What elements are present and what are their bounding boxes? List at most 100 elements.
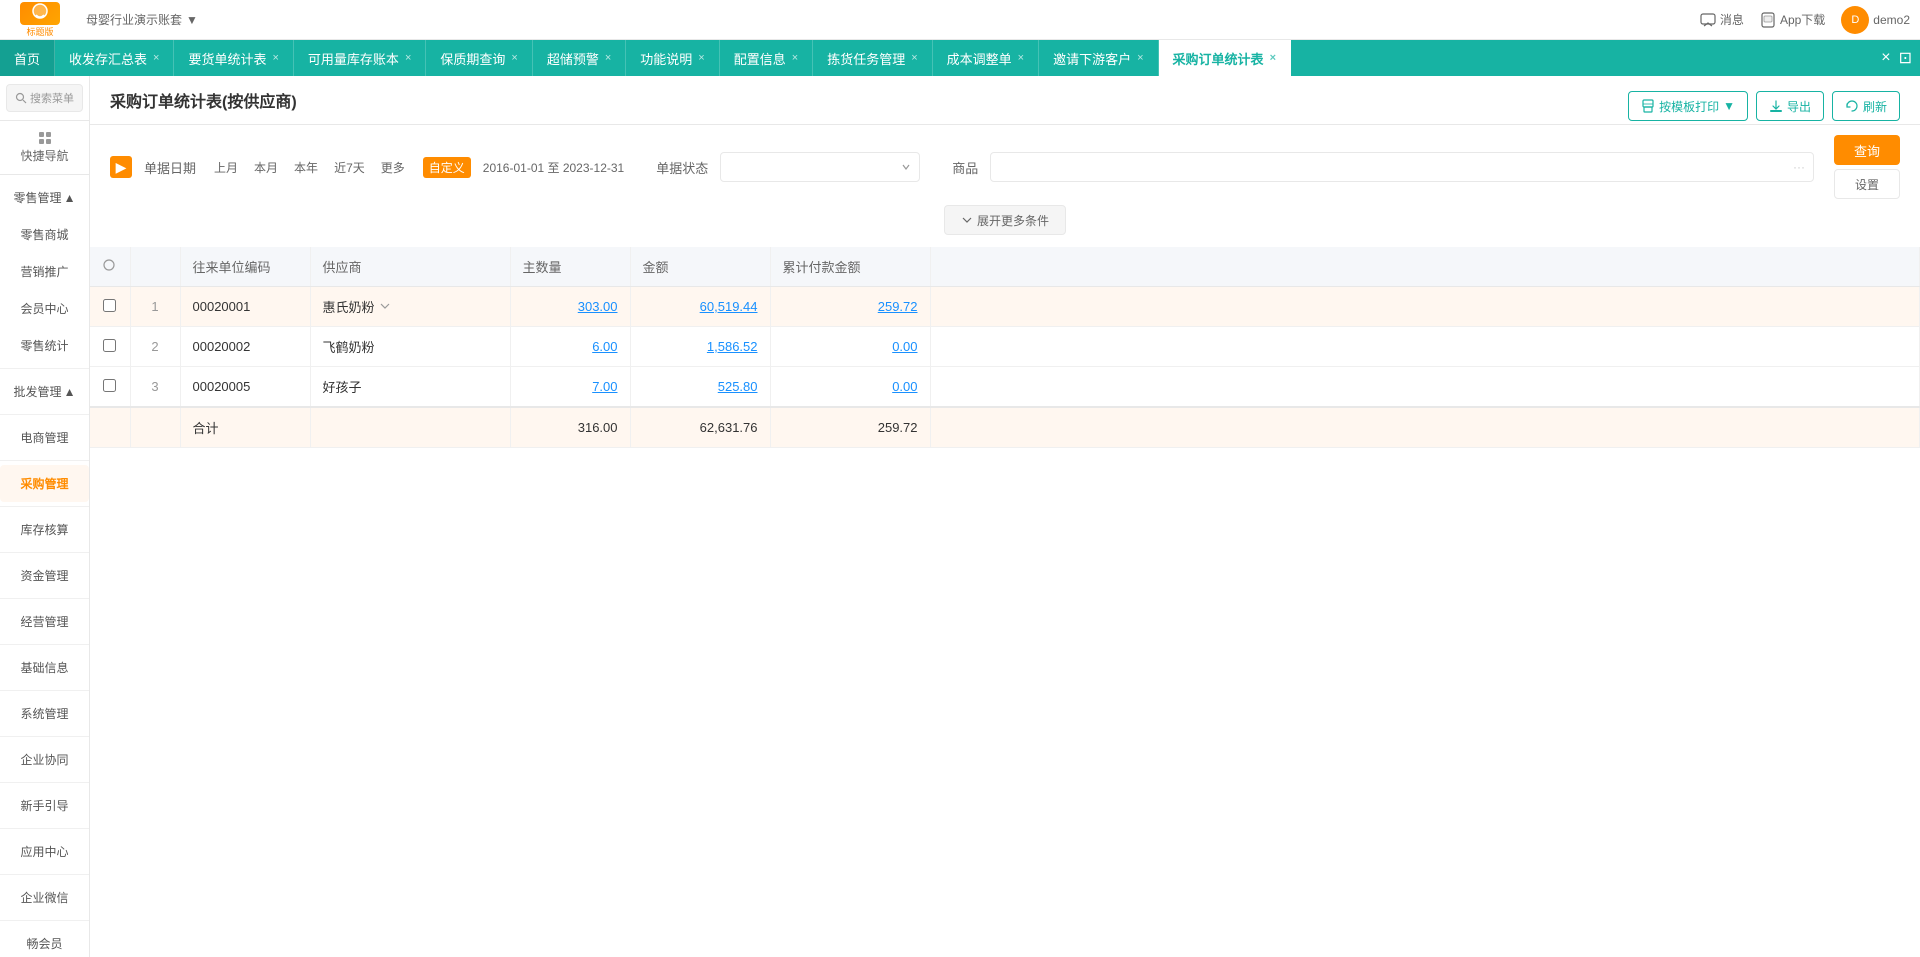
tab-purchase-detail-close[interactable]: × [272, 52, 278, 64]
sidebar-item-inventory-check-label: 库存核算 [20, 523, 68, 537]
settings-btn[interactable]: 设置 [1834, 169, 1900, 199]
row-amount-2[interactable]: 525.80 [630, 367, 770, 408]
tab-config-info[interactable]: 配置信息 × [720, 40, 813, 76]
tab-cost-adjust[interactable]: 成本调整单 × [933, 40, 1039, 76]
sidebar-item-app-center[interactable]: 应用中心 [0, 833, 89, 870]
sidebar-item-inventory-check[interactable]: 库存核算 [0, 511, 89, 548]
row-code-0: 00020001 [180, 287, 310, 327]
status-select[interactable] [720, 152, 920, 182]
tab-fullscreen-btn[interactable]: ⊡ [1899, 48, 1912, 68]
top-bar: 标题版 母婴行业演示账套 ▼ 消息 App下载 D demo2 [0, 0, 1920, 40]
export-btn[interactable]: 导出 [1756, 91, 1824, 121]
message-btn[interactable]: 消息 [1700, 11, 1744, 28]
sidebar-item-retail-store[interactable]: 零售商城 [0, 216, 89, 253]
row-qty-1[interactable]: 6.00 [510, 327, 630, 367]
filter-toggle-btn[interactable]: ▶ [110, 156, 132, 178]
tab-inventory-ledger-close[interactable]: × [405, 52, 411, 64]
date-shortcut-7days[interactable]: 近7天 [328, 157, 371, 178]
col-header-paid[interactable]: 累计付款金额 [770, 247, 930, 287]
table-row: 2 00020002 飞鹤奶粉 6.00 1,586.52 0.00 [90, 327, 1920, 367]
tab-overstock-alert-close[interactable]: × [605, 52, 611, 64]
quick-nav-btn[interactable]: 快捷导航 [0, 125, 89, 170]
date-shortcut-last-month[interactable]: 上月 [208, 157, 244, 178]
col-header-qty[interactable]: 主数量 [510, 247, 630, 287]
row-checkbox-1[interactable] [103, 339, 116, 352]
sidebar-item-vip-member[interactable]: 畅会员 [0, 925, 89, 957]
sidebar-item-system-mgmt[interactable]: 系统管理 [0, 695, 89, 732]
tab-func-desc-close[interactable]: × [698, 52, 704, 64]
goods-input[interactable]: ··· [990, 152, 1814, 182]
expand-more-btn[interactable]: 展开更多条件 [944, 205, 1066, 235]
top-bar-left: 标题版 母婴行业演示账套 ▼ [10, 2, 206, 38]
sidebar-item-finance-mgmt[interactable]: 资金管理 [0, 557, 89, 594]
tab-func-desc[interactable]: 功能说明 × [626, 40, 719, 76]
row-checkbox-2[interactable] [103, 379, 116, 392]
print-btn[interactable]: 按模板打印 ▼ [1628, 91, 1748, 121]
sidebar-item-wholesale-mgmt[interactable]: 批发管理 ▲ [0, 373, 89, 410]
tab-receive-send-close[interactable]: × [153, 52, 159, 64]
row-paid-2[interactable]: 0.00 [770, 367, 930, 408]
app-download-btn[interactable]: App下载 [1760, 11, 1825, 28]
col-header-amount[interactable]: 金额 [630, 247, 770, 287]
custom-date-tag[interactable]: 自定义 [423, 157, 471, 178]
tab-receive-send[interactable]: 收发存汇总表 × [55, 40, 174, 76]
row-num-0: 1 [130, 287, 180, 327]
sidebar-section-wechat: 企业微信 [0, 875, 89, 921]
sidebar-item-retail-stats[interactable]: 零售统计 [0, 327, 89, 364]
tab-purchase-detail[interactable]: 要货单统计表 × [174, 40, 293, 76]
tab-warranty-query-close[interactable]: × [511, 52, 517, 64]
tab-overstock-alert[interactable]: 超储预警 × [533, 40, 626, 76]
date-shortcut-this-year[interactable]: 本年 [288, 157, 324, 178]
refresh-btn[interactable]: 刷新 [1832, 91, 1900, 121]
row-check-1[interactable] [90, 327, 130, 367]
date-shortcut-more[interactable]: 更多 [375, 157, 411, 178]
tab-purchase-order-stat-close[interactable]: × [1270, 52, 1276, 64]
search-menu-btn[interactable]: 搜索菜单 [6, 84, 83, 112]
tab-purchase-order-stat[interactable]: 采购订单统计表 × [1159, 40, 1291, 76]
sidebar-item-retail-stats-label: 零售统计 [20, 339, 68, 353]
workspace-selector[interactable]: 母婴行业演示账套 ▼ [78, 7, 206, 32]
sidebar-item-enterprise-wechat[interactable]: 企业微信 [0, 879, 89, 916]
sidebar-item-operation-mgmt[interactable]: 经营管理 [0, 603, 89, 640]
sidebar-item-enterprise-collab[interactable]: 企业协同 [0, 741, 89, 778]
col-header-code-label: 往来单位编码 [193, 260, 271, 275]
table-body: 1 00020001 惠氏奶粉 303.00 60,519.44 259.72 … [90, 287, 1920, 408]
row-check-2[interactable] [90, 367, 130, 408]
tab-invite-customer[interactable]: 邀请下游客户 × [1039, 40, 1158, 76]
sidebar-item-purchase-mgmt[interactable]: 采购管理 [0, 465, 89, 502]
tab-invite-customer-label: 邀请下游客户 [1053, 49, 1131, 68]
tab-invite-customer-close[interactable]: × [1137, 52, 1143, 64]
col-header-supplier[interactable]: 供应商 [310, 247, 510, 287]
sidebar-item-marketing[interactable]: 营销推广 [0, 253, 89, 290]
row-checkbox-0[interactable] [103, 299, 116, 312]
tab-picking-task-close[interactable]: × [911, 52, 917, 64]
sidebar-item-basic-info-label: 基础信息 [20, 661, 68, 675]
col-header-code[interactable]: 往来单位编码 [180, 247, 310, 287]
row-paid-0[interactable]: 259.72 [770, 287, 930, 327]
sidebar-item-member-center[interactable]: 会员中心 [0, 290, 89, 327]
tab-cost-adjust-close[interactable]: × [1018, 52, 1024, 64]
query-btn[interactable]: 查询 [1834, 135, 1900, 165]
tab-warranty-query[interactable]: 保质期查询 × [426, 40, 532, 76]
footer-total-amount: 62,631.76 [700, 420, 758, 435]
row-check-0[interactable] [90, 287, 130, 327]
sidebar-item-new-guide[interactable]: 新手引导 [0, 787, 89, 824]
tab-config-info-close[interactable]: × [792, 52, 798, 64]
row-qty-0[interactable]: 303.00 [510, 287, 630, 327]
row-amount-1[interactable]: 1,586.52 [630, 327, 770, 367]
user-area[interactable]: D demo2 [1841, 6, 1910, 34]
date-shortcut-this-month[interactable]: 本月 [248, 157, 284, 178]
sidebar-item-retail-store-label: 零售商城 [20, 228, 68, 242]
tab-inventory-ledger[interactable]: 可用量库存账本 × [294, 40, 426, 76]
row-code-1: 00020002 [180, 327, 310, 367]
tab-home[interactable]: 首页 [0, 40, 55, 76]
sidebar-item-ecommerce-mgmt[interactable]: 电商管理 [0, 419, 89, 456]
row-paid-1[interactable]: 0.00 [770, 327, 930, 367]
sidebar-item-basic-info[interactable]: 基础信息 [0, 649, 89, 686]
sidebar-item-retail-mgmt[interactable]: 零售管理 ▲ [0, 179, 89, 216]
date-shortcuts: 上月 本月 本年 近7天 更多 [208, 157, 411, 178]
row-qty-2[interactable]: 7.00 [510, 367, 630, 408]
row-amount-0[interactable]: 60,519.44 [630, 287, 770, 327]
tab-close-all-btn[interactable]: × [1881, 49, 1890, 67]
tab-picking-task[interactable]: 拣货任务管理 × [813, 40, 932, 76]
